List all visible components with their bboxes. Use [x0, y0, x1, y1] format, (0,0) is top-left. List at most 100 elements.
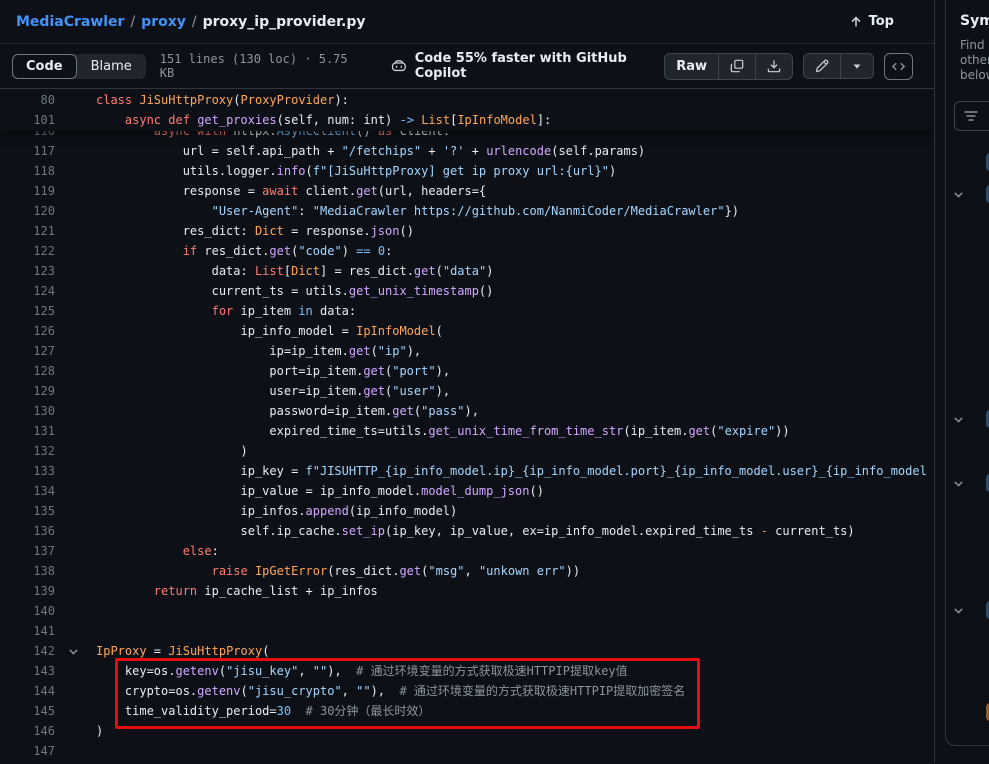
chevron-down-icon[interactable] [952, 188, 965, 201]
fold-gutter [55, 241, 96, 261]
fold-gutter [55, 741, 96, 761]
line-number[interactable]: 123 [0, 261, 55, 281]
breadcrumb-separator: / [130, 14, 135, 30]
chevron-down-icon[interactable] [67, 645, 80, 658]
line-number[interactable]: 131 [0, 421, 55, 441]
tab-code[interactable]: Code [12, 54, 77, 79]
line-number[interactable]: 120 [0, 201, 55, 221]
fold-gutter [55, 701, 96, 721]
caret-down-icon [852, 61, 862, 71]
symbols-description-line: Find [960, 38, 989, 53]
code-line: 122 if res_dict.get("code") == 0: [0, 241, 934, 261]
code-text: current_ts = utils.get_unix_timestamp() [96, 281, 934, 301]
fold-gutter [55, 110, 96, 130]
chevron-down-icon[interactable] [952, 604, 965, 617]
symbols-panel-description: Findotherbelow [946, 29, 989, 83]
line-number[interactable]: 140 [0, 601, 55, 621]
copy-button[interactable] [718, 54, 755, 79]
code-line: 137 else: [0, 541, 934, 561]
breadcrumb-repo-link[interactable]: MediaCrawler [16, 14, 124, 30]
line-number[interactable]: 139 [0, 581, 55, 601]
line-number[interactable]: 126 [0, 321, 55, 341]
line-number[interactable]: 137 [0, 541, 55, 561]
symbols-description-line: below [960, 68, 989, 83]
line-number[interactable]: 143 [0, 661, 55, 681]
line-number[interactable]: 132 [0, 441, 55, 461]
line-number[interactable]: 128 [0, 361, 55, 381]
code-text: utils.logger.info(f"[JiSuHttpProxy] get … [96, 161, 934, 181]
fold-gutter [55, 141, 96, 161]
fold-gutter [55, 261, 96, 281]
symbol-row[interactable] [946, 702, 989, 722]
chevron-down-icon[interactable] [952, 413, 965, 426]
code-text: ip_infos.append(ip_info_model) [96, 501, 934, 521]
line-number[interactable]: 145 [0, 701, 55, 721]
fold-gutter [55, 90, 96, 110]
code-text: res_dict: Dict = response.json() [96, 221, 934, 241]
download-button[interactable] [755, 54, 792, 79]
symbols-panel-toggle[interactable] [884, 53, 913, 80]
toolbar-actions: Raw [664, 53, 913, 80]
fold-gutter [55, 221, 96, 241]
code-lines: 116 async with httpx.AsyncClient() as cl… [0, 121, 934, 761]
code-line: 130 password=ip_item.get("pass"), [0, 401, 934, 421]
line-number[interactable]: 138 [0, 561, 55, 581]
fold-gutter [55, 481, 96, 501]
line-number[interactable]: 117 [0, 141, 55, 161]
line-number[interactable]: 119 [0, 181, 55, 201]
line-number[interactable]: 136 [0, 521, 55, 541]
breadcrumb-file-name: proxy_ip_provider.py [203, 14, 366, 30]
line-number[interactable]: 125 [0, 301, 55, 321]
code-line: 139 return ip_cache_list + ip_infos [0, 581, 934, 601]
code-text [96, 601, 934, 621]
code-text: self.ip_cache.set_ip(ip_key, ip_value, e… [96, 521, 934, 541]
symbols-filter-button[interactable] [954, 101, 989, 131]
line-number[interactable]: 80 [0, 90, 55, 110]
line-number[interactable]: 134 [0, 481, 55, 501]
copilot-banner-text: Code 55% faster with GitHub Copilot [415, 51, 665, 81]
symbol-row[interactable] [946, 152, 989, 172]
line-number[interactable]: 122 [0, 241, 55, 261]
symbol-row[interactable] [946, 409, 989, 429]
line-number[interactable]: 127 [0, 341, 55, 361]
code-line: 123 data: List[Dict] = res_dict.get("dat… [0, 261, 934, 281]
code-line: 124 current_ts = utils.get_unix_timestam… [0, 281, 934, 301]
fold-gutter [55, 301, 96, 321]
line-number[interactable]: 129 [0, 381, 55, 401]
line-number[interactable]: 124 [0, 281, 55, 301]
fold-gutter [55, 421, 96, 441]
breadcrumb-dir-link[interactable]: proxy [141, 14, 186, 30]
line-number[interactable]: 121 [0, 221, 55, 241]
line-number[interactable]: 101 [0, 110, 55, 130]
line-number[interactable]: 130 [0, 401, 55, 421]
code-line: 80class JiSuHttpProxy(ProxyProvider): [0, 90, 934, 110]
edit-button[interactable] [804, 54, 840, 78]
raw-button[interactable]: Raw [665, 54, 718, 79]
back-to-top-button[interactable]: Top [843, 13, 900, 30]
line-number[interactable]: 141 [0, 621, 55, 641]
line-number[interactable]: 146 [0, 721, 55, 741]
line-number[interactable]: 118 [0, 161, 55, 181]
fold-gutter [55, 681, 96, 701]
fold-gutter [55, 281, 96, 301]
code-text: if res_dict.get("code") == 0: [96, 241, 934, 261]
copilot-banner[interactable]: Code 55% faster with GitHub Copilot [391, 51, 664, 81]
chevron-down-icon[interactable] [952, 477, 965, 490]
edit-dropdown-button[interactable] [840, 54, 873, 78]
symbol-row[interactable] [946, 184, 989, 204]
code-text: password=ip_item.get("pass"), [96, 401, 934, 421]
code-text: IpProxy = JiSuHttpProxy( [96, 641, 934, 661]
line-number[interactable]: 147 [0, 741, 55, 761]
line-number[interactable]: 133 [0, 461, 55, 481]
code-text: crypto=os.getenv("jisu_crypto", ""), # 通… [96, 681, 934, 701]
symbol-row[interactable] [946, 600, 989, 620]
symbols-description-line: other [960, 53, 989, 68]
tab-blame[interactable]: Blame [77, 54, 146, 79]
line-number[interactable]: 135 [0, 501, 55, 521]
line-number[interactable]: 142 [0, 641, 55, 661]
symbols-panel: Sym Findotherbelow [945, 0, 989, 746]
line-number[interactable]: 144 [0, 681, 55, 701]
symbol-row[interactable] [946, 473, 989, 493]
code-line: 141 [0, 621, 934, 641]
filter-icon [963, 109, 979, 123]
